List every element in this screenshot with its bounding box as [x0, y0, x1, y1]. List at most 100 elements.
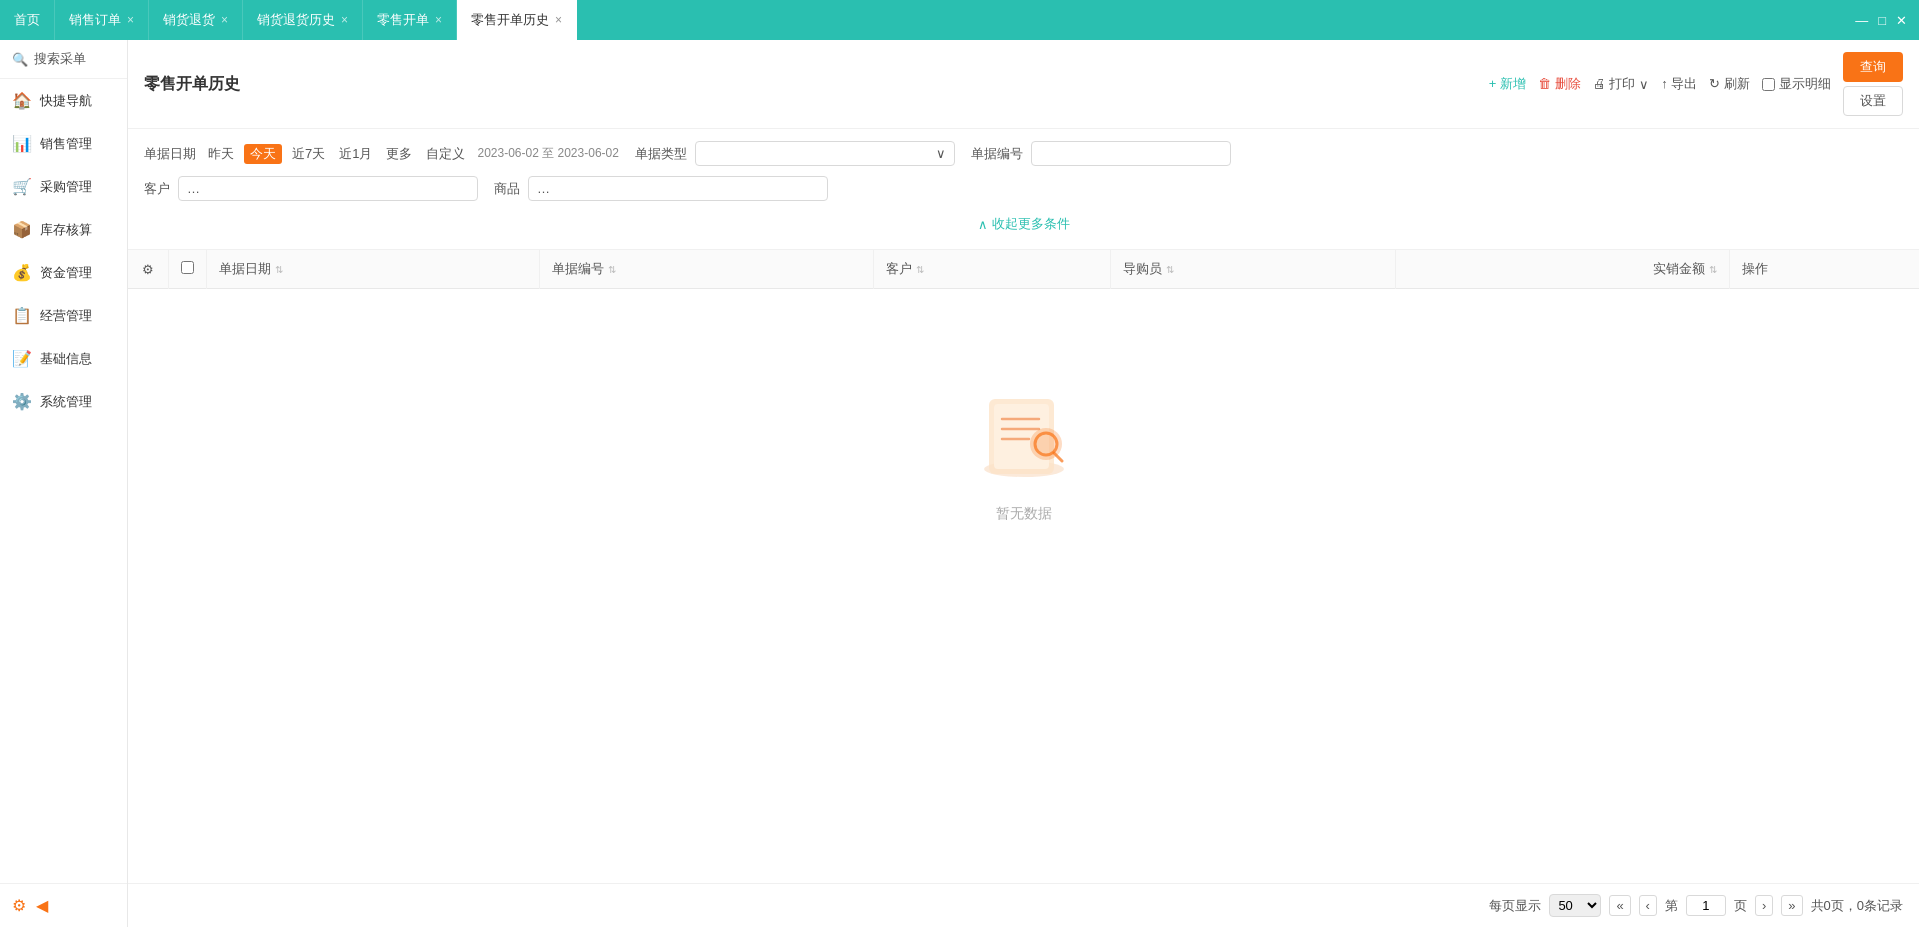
- window-controls: — □ ✕: [1855, 13, 1919, 28]
- export-button[interactable]: ↑ 导出: [1661, 75, 1697, 93]
- close-tab-sales-return-history[interactable]: ×: [341, 13, 348, 27]
- close-tab-retail-order-history[interactable]: ×: [555, 13, 562, 27]
- sort-icon-salesman: ⇅: [1166, 264, 1174, 275]
- empty-state: 暂无数据: [128, 289, 1919, 603]
- th-no[interactable]: 单据编号 ⇅: [540, 250, 874, 289]
- page-input[interactable]: [1686, 895, 1726, 916]
- collapse-icon[interactable]: ◀: [36, 896, 48, 915]
- sort-icon-amount: ⇅: [1709, 264, 1717, 275]
- sort-icon-customer: ⇅: [916, 264, 924, 275]
- home-icon: 🏠: [12, 91, 32, 110]
- table-container: ⚙ 单据日期 ⇅ 单据编号: [128, 250, 1919, 883]
- total-label: 共0页，0条记录: [1811, 897, 1903, 915]
- minimize-button[interactable]: —: [1855, 13, 1868, 28]
- customer-select[interactable]: …: [178, 176, 478, 201]
- th-date[interactable]: 单据日期 ⇅: [206, 250, 540, 289]
- finance-icon: 💰: [12, 263, 32, 282]
- refresh-button[interactable]: ↻ 刷新: [1709, 75, 1750, 93]
- filter-row-2: 客户 … 商品 …: [144, 176, 1903, 201]
- sidebar-search[interactable]: 🔍 搜索采单: [0, 40, 127, 79]
- next-page-button[interactable]: ›: [1755, 895, 1773, 916]
- operations-icon: 📋: [12, 306, 32, 325]
- add-button[interactable]: + 新增: [1489, 75, 1526, 93]
- date-yesterday[interactable]: 昨天: [204, 144, 238, 164]
- sidebar-item-inventory[interactable]: 📦 库存核算: [0, 208, 127, 251]
- sales-icon: 📊: [12, 134, 32, 153]
- first-page-button[interactable]: «: [1609, 895, 1630, 916]
- tab-sales-return[interactable]: 销货退货 ×: [149, 0, 243, 40]
- window-close-button[interactable]: ✕: [1896, 13, 1907, 28]
- date-today[interactable]: 今天: [244, 144, 282, 164]
- collapse-more-conditions[interactable]: ∧ 收起更多条件: [144, 211, 1903, 237]
- page-title: 零售开单历史: [144, 74, 240, 95]
- sidebar-item-sales[interactable]: 📊 销售管理: [0, 122, 127, 165]
- maximize-button[interactable]: □: [1878, 13, 1886, 28]
- select-all-checkbox[interactable]: [181, 261, 194, 274]
- date-range-display: 2023-06-02 至 2023-06-02: [477, 145, 618, 162]
- filter-bill-no: 单据编号: [971, 141, 1231, 166]
- purchase-icon: 🛒: [12, 177, 32, 196]
- tab-retail-order-history[interactable]: 零售开单历史 ×: [457, 0, 577, 40]
- empty-icon: [964, 369, 1084, 489]
- sort-icon-no: ⇅: [608, 264, 616, 275]
- sidebar-item-quick-nav[interactable]: 🏠 快捷导航: [0, 79, 127, 122]
- th-amount[interactable]: 实销金额 ⇅: [1396, 250, 1730, 289]
- sort-icon-date: ⇅: [275, 264, 283, 275]
- close-tab-sales-return[interactable]: ×: [221, 13, 228, 27]
- date-more[interactable]: 更多: [382, 144, 416, 164]
- sidebar-bottom: ⚙ ◀: [0, 883, 127, 927]
- settings-button[interactable]: 设置: [1843, 86, 1903, 116]
- th-salesman[interactable]: 导购员 ⇅: [1110, 250, 1395, 289]
- sidebar-item-basic-info[interactable]: 📝 基础信息: [0, 337, 127, 380]
- per-page-select[interactable]: 50 10 20 100: [1549, 894, 1601, 917]
- bill-no-input[interactable]: [1031, 141, 1231, 166]
- close-tab-sales-order[interactable]: ×: [127, 13, 134, 27]
- main-layout: 🔍 搜索采单 🏠 快捷导航 📊 销售管理 🛒 采购管理 📦 库存核算 💰 资金管…: [0, 40, 1919, 927]
- sidebar-item-finance[interactable]: 💰 资金管理: [0, 251, 127, 294]
- top-bar: 首页 销售订单 × 销货退货 × 销货退货历史 × 零售开单 × 零售开单历史 …: [0, 0, 1919, 40]
- settings-bottom-icon[interactable]: ⚙: [12, 896, 26, 915]
- th-gear[interactable]: ⚙: [128, 250, 168, 289]
- print-button[interactable]: 🖨 打印 ∨: [1593, 75, 1650, 93]
- last-page-button[interactable]: »: [1781, 895, 1802, 916]
- filter-bill-type: 单据类型 ∨: [635, 141, 955, 166]
- goods-select[interactable]: …: [528, 176, 828, 201]
- query-button[interactable]: 查询: [1843, 52, 1903, 82]
- table-header-row: ⚙ 单据日期 ⇅ 单据编号: [128, 250, 1919, 289]
- filter-date: 单据日期 昨天 今天 近7天 近1月 更多 自定义 2023-06-02 至 2…: [144, 144, 619, 164]
- gear-icon[interactable]: ⚙: [142, 262, 154, 277]
- delete-button[interactable]: 🗑 删除: [1538, 75, 1581, 93]
- inventory-icon: 📦: [12, 220, 32, 239]
- data-table: ⚙ 单据日期 ⇅ 单据编号: [128, 250, 1919, 289]
- date-custom[interactable]: 自定义: [422, 144, 469, 164]
- filter-goods: 商品 …: [494, 176, 828, 201]
- tab-sales-order[interactable]: 销售订单 ×: [55, 0, 149, 40]
- page-suffix: 页: [1734, 897, 1747, 915]
- sidebar-item-system[interactable]: ⚙️ 系统管理: [0, 380, 127, 423]
- pagination: 每页显示 50 10 20 100 « ‹ 第 页 › » 共0页，0条记录: [128, 883, 1919, 927]
- sidebar-item-purchase[interactable]: 🛒 采购管理: [0, 165, 127, 208]
- bill-type-select[interactable]: ∨: [695, 141, 955, 166]
- date-shortcuts: 昨天 今天 近7天 近1月 更多 自定义: [204, 144, 469, 164]
- th-customer[interactable]: 客户 ⇅: [874, 250, 1110, 289]
- tab-sales-return-history[interactable]: 销货退货历史 ×: [243, 0, 363, 40]
- display-detail-checkbox[interactable]: 显示明细: [1762, 75, 1831, 93]
- prev-page-button[interactable]: ‹: [1639, 895, 1657, 916]
- collapse-icon: ∧: [978, 217, 988, 232]
- chevron-down-icon: ∨: [936, 146, 946, 161]
- date-1month[interactable]: 近1月: [335, 144, 376, 164]
- per-page-label: 每页显示: [1489, 897, 1541, 915]
- page-label: 第: [1665, 897, 1678, 915]
- tab-home[interactable]: 首页: [0, 0, 55, 40]
- filter-customer: 客户 …: [144, 176, 478, 201]
- th-check[interactable]: [168, 250, 206, 289]
- display-detail-input[interactable]: [1762, 78, 1775, 91]
- toolbar: + 新增 🗑 删除 🖨 打印 ∨ ↑ 导出 ↻ 刷新 显示明细 查询 设置: [1489, 52, 1903, 116]
- tab-retail-order[interactable]: 零售开单 ×: [363, 0, 457, 40]
- page-header: 零售开单历史 + 新增 🗑 删除 🖨 打印 ∨ ↑ 导出 ↻ 刷新 显示明细 查…: [128, 40, 1919, 129]
- close-tab-retail-order[interactable]: ×: [435, 13, 442, 27]
- sidebar-item-operations[interactable]: 📋 经营管理: [0, 294, 127, 337]
- date-7days[interactable]: 近7天: [288, 144, 329, 164]
- empty-text: 暂无数据: [996, 505, 1052, 523]
- content-area: 零售开单历史 + 新增 🗑 删除 🖨 打印 ∨ ↑ 导出 ↻ 刷新 显示明细 查…: [128, 40, 1919, 927]
